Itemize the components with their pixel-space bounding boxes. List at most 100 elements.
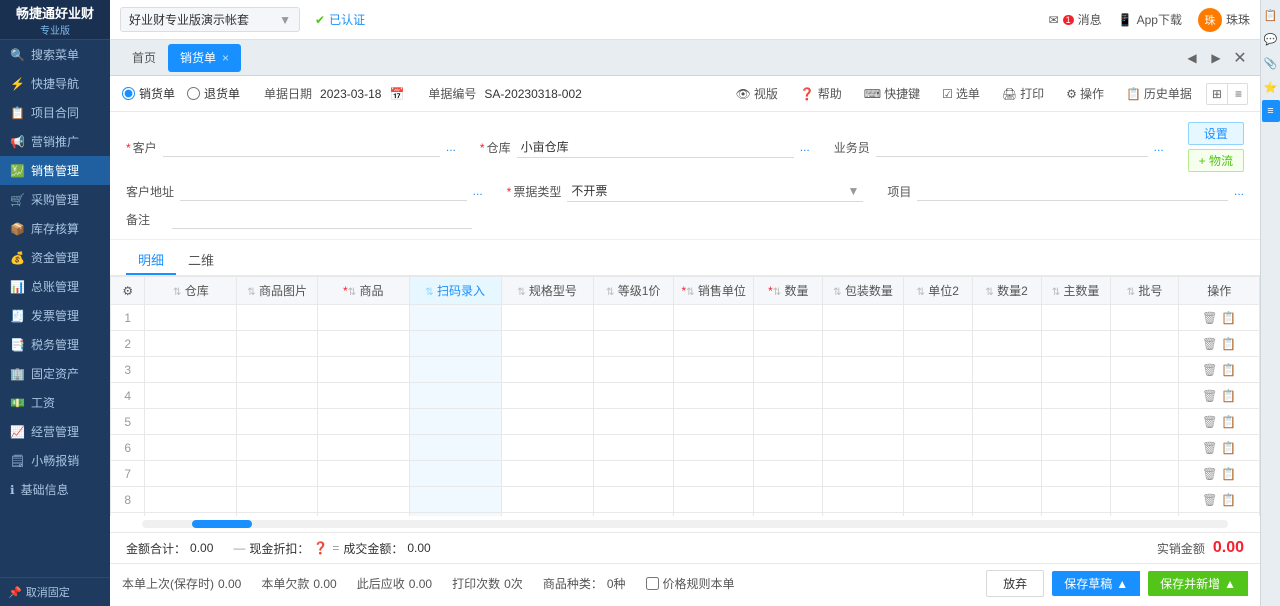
row-unit2[interactable] — [903, 435, 972, 461]
right-panel-icon-3[interactable]: 📎 — [1262, 52, 1280, 74]
row-warehouse[interactable] — [145, 305, 237, 331]
sidebar-item-sales[interactable]: 💹 销售管理 — [0, 156, 110, 185]
row-warehouse[interactable] — [145, 331, 237, 357]
sidebar-item-basic[interactable]: ℹ 基础信息 — [0, 475, 110, 504]
warehouse-lookup-button[interactable]: ... — [800, 140, 810, 154]
sidebar-item-marketing[interactable]: 📢 营销推广 — [0, 127, 110, 156]
abandon-button[interactable]: 放弃 — [986, 570, 1044, 597]
row-unit[interactable] — [673, 331, 753, 357]
col-settings[interactable]: ⚙ — [111, 277, 145, 305]
tab-detail-mingxi[interactable]: 明细 — [126, 246, 176, 275]
row-spec[interactable] — [501, 383, 593, 409]
row-unit2[interactable] — [903, 331, 972, 357]
grid-view-button[interactable]: ⊞ — [1207, 84, 1228, 104]
row-product-img[interactable] — [237, 461, 317, 487]
row-batch[interactable] — [1110, 461, 1179, 487]
row-qty2[interactable] — [972, 331, 1041, 357]
row-batch-import[interactable] — [409, 331, 501, 357]
delete-icon[interactable]: 🗑 — [1202, 363, 1217, 377]
sidebar-item-report[interactable]: 🗒 小畅报销 — [0, 446, 110, 475]
tab-detail-2d[interactable]: 二维 — [176, 246, 226, 275]
row-batch-import[interactable] — [409, 435, 501, 461]
row-qty2[interactable] — [972, 357, 1041, 383]
company-selector[interactable]: 好业财专业版演示帐套 ▼ — [120, 7, 300, 32]
row-unit[interactable] — [673, 461, 753, 487]
row-product[interactable] — [317, 487, 409, 513]
row-warehouse[interactable] — [145, 409, 237, 435]
view-button[interactable]: 👁 视版 — [728, 82, 786, 105]
row-pack-qty[interactable] — [823, 357, 903, 383]
radio-sales-order[interactable]: 销货单 — [122, 85, 175, 102]
row-qty2[interactable] — [972, 409, 1041, 435]
delete-icon[interactable]: 🗑 — [1202, 337, 1217, 351]
row-main-qty[interactable] — [1041, 383, 1110, 409]
row-price[interactable] — [593, 461, 673, 487]
row-pack-qty[interactable] — [823, 435, 903, 461]
cancel-pin-button[interactable]: 📌 取消固定 — [0, 577, 110, 606]
row-product[interactable] — [317, 331, 409, 357]
row-qty[interactable] — [754, 487, 823, 513]
message-button[interactable]: ✉ 1 消息 — [1049, 11, 1102, 28]
tab-sales-order[interactable]: 销货单 × — [168, 44, 241, 72]
radio-sales-input[interactable] — [122, 87, 135, 100]
row-pack-qty[interactable] — [823, 461, 903, 487]
row-unit[interactable] — [673, 305, 753, 331]
row-qty[interactable] — [754, 331, 823, 357]
set-button[interactable]: 设置 — [1188, 122, 1244, 145]
row-product[interactable] — [317, 461, 409, 487]
row-unit[interactable] — [673, 435, 753, 461]
row-unit2[interactable] — [903, 305, 972, 331]
delete-icon[interactable]: 🗑 — [1202, 311, 1217, 325]
row-batch-import[interactable] — [409, 409, 501, 435]
row-product-img[interactable] — [237, 487, 317, 513]
row-batch[interactable] — [1110, 435, 1179, 461]
row-unit[interactable] — [673, 409, 753, 435]
row-batch-import[interactable] — [409, 383, 501, 409]
right-panel-icon-1[interactable]: 📋 — [1262, 4, 1280, 26]
copy-icon[interactable]: 📋 — [1221, 493, 1236, 507]
row-main-qty[interactable] — [1041, 461, 1110, 487]
row-warehouse[interactable] — [145, 383, 237, 409]
row-main-qty[interactable] — [1041, 487, 1110, 513]
sidebar-item-project[interactable]: 📋 项目合同 — [0, 98, 110, 127]
customer-input[interactable] — [163, 138, 440, 157]
row-main-qty[interactable] — [1041, 357, 1110, 383]
row-product[interactable] — [317, 305, 409, 331]
save-draft-button[interactable]: 保存草稿 ▲ — [1052, 571, 1140, 596]
row-batch[interactable] — [1110, 331, 1179, 357]
sidebar-item-quick-nav[interactable]: ⚡ 快捷导航 — [0, 69, 110, 98]
delete-icon[interactable]: 🗑 — [1202, 389, 1217, 403]
right-panel-icon-2[interactable]: 💬 — [1262, 28, 1280, 50]
row-main-qty[interactable] — [1041, 409, 1110, 435]
sidebar-item-accounting[interactable]: 📊 总账管理 — [0, 272, 110, 301]
row-pack-qty[interactable] — [823, 305, 903, 331]
row-product-img[interactable] — [237, 435, 317, 461]
delete-icon[interactable]: 🗑 — [1202, 467, 1217, 481]
address-input[interactable] — [180, 182, 467, 201]
right-panel-icon-5[interactable]: ≡ — [1262, 100, 1280, 122]
row-qty[interactable] — [754, 461, 823, 487]
project-lookup-button[interactable]: ... — [1234, 184, 1244, 198]
row-spec[interactable] — [501, 357, 593, 383]
project-input[interactable] — [917, 182, 1228, 201]
help-button[interactable]: ❓ 帮助 — [792, 82, 850, 105]
customer-lookup-button[interactable]: ... — [446, 140, 456, 154]
row-qty2[interactable] — [972, 487, 1041, 513]
row-unit2[interactable] — [903, 461, 972, 487]
tab-next-button[interactable]: ▶ — [1206, 48, 1226, 68]
row-product-img[interactable] — [237, 409, 317, 435]
right-panel-icon-4[interactable]: ⭐ — [1262, 76, 1280, 98]
row-price[interactable] — [593, 305, 673, 331]
invoice-type-select[interactable]: 不开票 ▼ — [567, 180, 863, 202]
tab-close-all-button[interactable]: ✕ — [1230, 48, 1250, 68]
sidebar-item-work[interactable]: 💵 工资 — [0, 388, 110, 417]
row-product-img[interactable] — [237, 305, 317, 331]
row-qty[interactable] — [754, 383, 823, 409]
row-qty2[interactable] — [972, 435, 1041, 461]
calendar-icon[interactable]: 📅 — [389, 87, 404, 101]
sidebar-item-tax[interactable]: 📑 税务管理 — [0, 330, 110, 359]
row-spec[interactable] — [501, 487, 593, 513]
row-product[interactable] — [317, 357, 409, 383]
row-spec[interactable] — [501, 331, 593, 357]
copy-icon[interactable]: 📋 — [1221, 415, 1236, 429]
